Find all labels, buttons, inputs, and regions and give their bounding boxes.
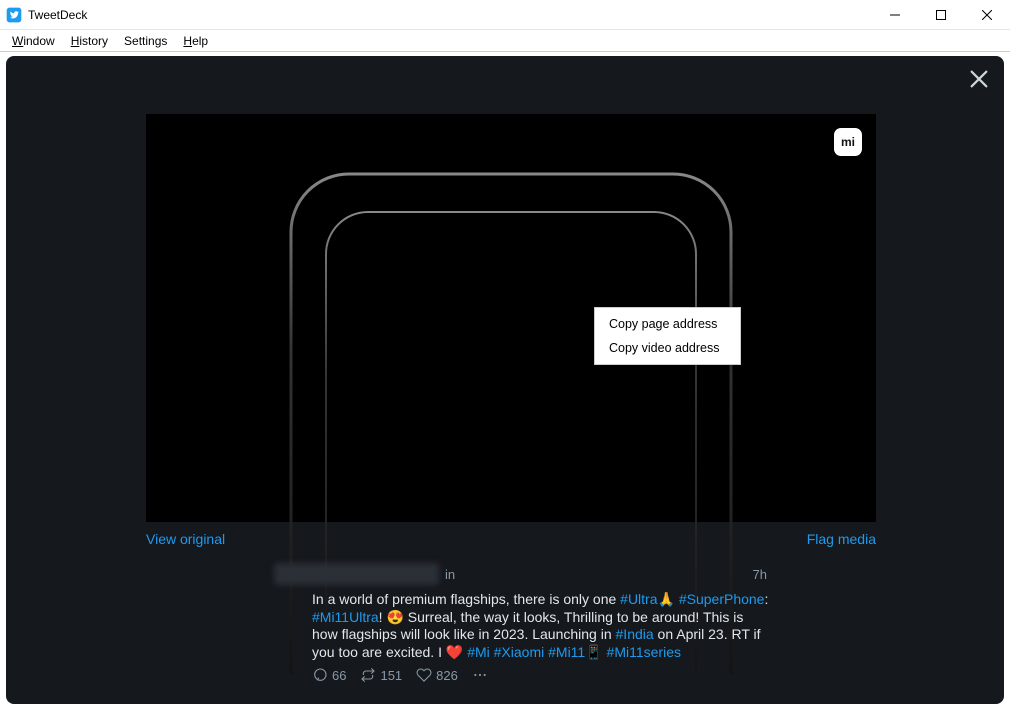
- avatar: [274, 563, 439, 585]
- brand-logo-icon: mi: [834, 128, 862, 156]
- tweet-actions: 66 151 826: [312, 667, 769, 683]
- heart-icon: [416, 667, 432, 683]
- emoji-heart: ❤️: [446, 644, 463, 662]
- window-close-button[interactable]: [964, 0, 1010, 30]
- more-button[interactable]: [472, 667, 488, 683]
- hashtag-india[interactable]: #India: [616, 626, 654, 642]
- menu-window[interactable]: Window: [4, 32, 63, 50]
- retweet-count: 151: [380, 668, 402, 683]
- window-title: TweetDeck: [28, 8, 87, 22]
- window-maximize-button[interactable]: [918, 0, 964, 30]
- reply-icon: [312, 667, 328, 683]
- media-image[interactable]: mi: [146, 114, 876, 522]
- retweet-icon: [360, 667, 376, 683]
- media-links-row: View original Flag media: [146, 531, 876, 547]
- tweet-text: In a world of premium flagships, there i…: [312, 591, 769, 661]
- hashtag-ultra[interactable]: #Ultra: [620, 591, 657, 607]
- hashtag-mi11series[interactable]: #Mi11series: [607, 644, 681, 660]
- reply-button[interactable]: 66: [312, 667, 346, 683]
- window-minimize-button[interactable]: [872, 0, 918, 30]
- retweet-button[interactable]: 151: [360, 667, 402, 683]
- close-icon[interactable]: [968, 68, 990, 95]
- menu-help[interactable]: Help: [175, 32, 216, 50]
- emoji-pray: 🙏: [658, 591, 675, 609]
- like-count: 826: [436, 668, 458, 683]
- media-viewer: mi View original Flag media in: [6, 56, 1004, 704]
- tweet: in 7h In a world of premium flagships, t…: [264, 559, 769, 683]
- context-copy-page-address[interactable]: Copy page address: [595, 312, 740, 336]
- emoji-heart-eyes: 😍: [386, 609, 403, 627]
- context-copy-video-address[interactable]: Copy video address: [595, 336, 740, 360]
- hashtag-mi11ultra[interactable]: #Mi11Ultra: [312, 609, 379, 625]
- menu-history[interactable]: History: [63, 32, 116, 50]
- more-icon: [472, 667, 488, 683]
- app-icon: [6, 7, 22, 23]
- emoji-phone: 📱: [585, 644, 602, 662]
- reply-count: 66: [332, 668, 346, 683]
- header-suffix: in: [445, 567, 455, 582]
- tweet-timestamp: 7h: [753, 567, 767, 582]
- hashtag-superphone[interactable]: #SuperPhone: [679, 591, 765, 607]
- flag-media-link[interactable]: Flag media: [807, 531, 876, 547]
- context-menu: Copy page address Copy video address: [594, 307, 741, 365]
- view-original-link[interactable]: View original: [146, 531, 225, 547]
- like-button[interactable]: 826: [416, 667, 458, 683]
- window-titlebar: TweetDeck: [0, 0, 1010, 30]
- tweet-header: in 7h: [264, 559, 769, 589]
- menu-settings[interactable]: Settings: [116, 32, 175, 50]
- hashtag-xiaomi[interactable]: #Xiaomi: [494, 644, 545, 660]
- hashtag-mi11[interactable]: #Mi11: [548, 644, 585, 660]
- hashtag-mi[interactable]: #Mi: [467, 644, 490, 660]
- menu-bar: Window History Settings Help: [0, 30, 1010, 52]
